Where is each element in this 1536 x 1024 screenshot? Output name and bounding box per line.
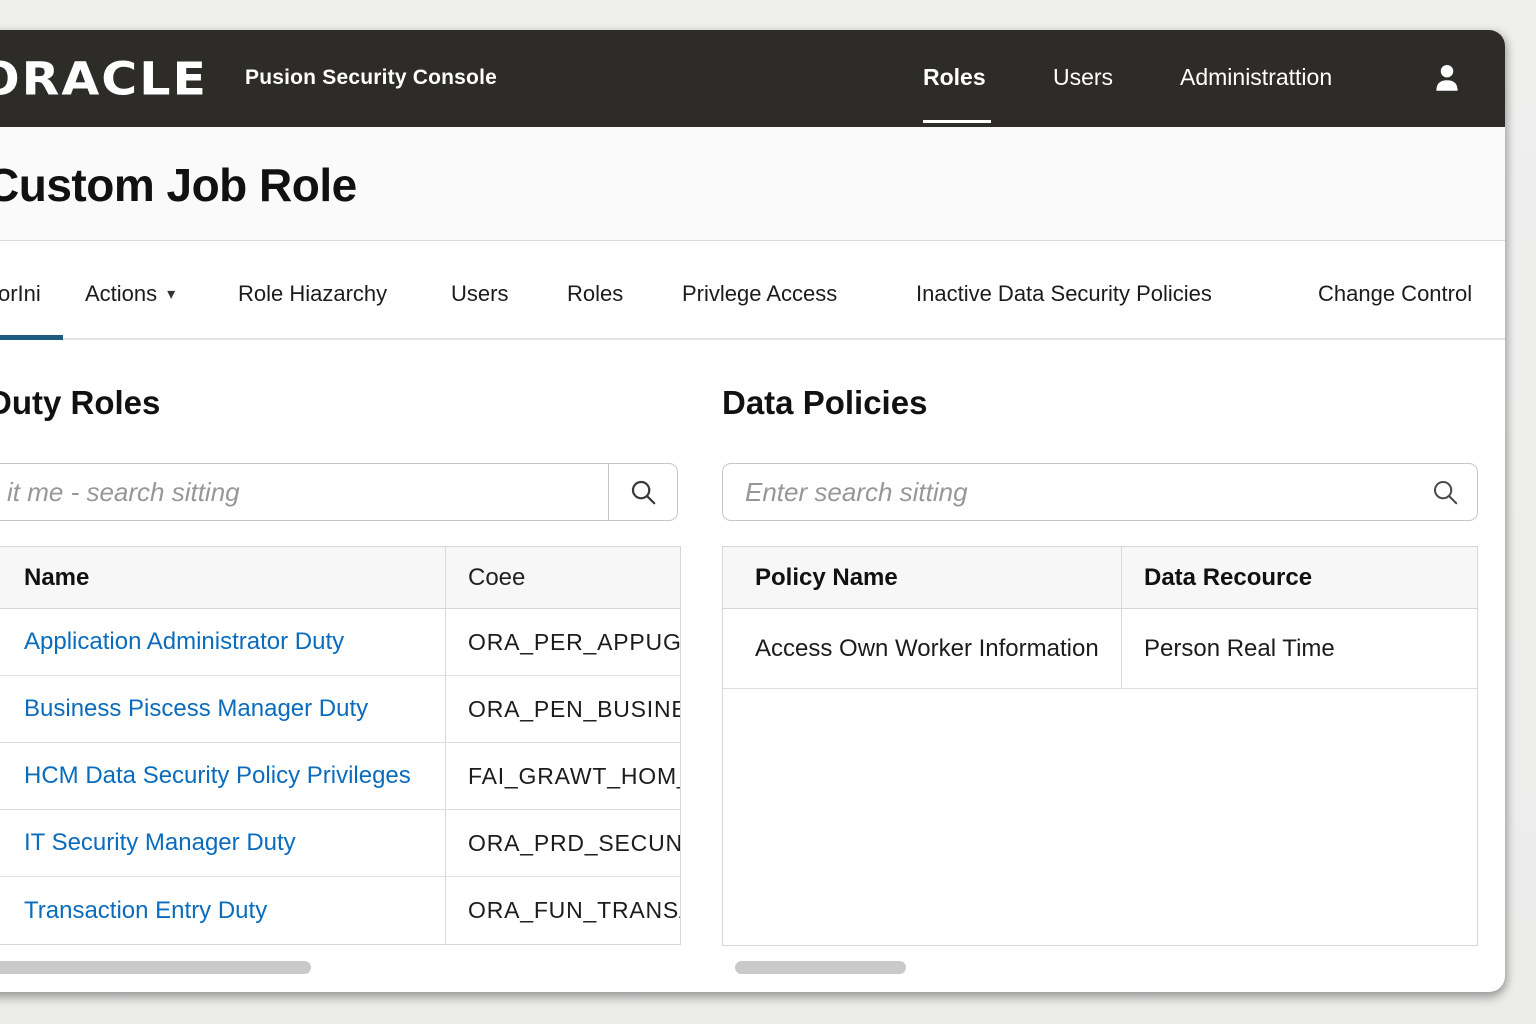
data-policies-table: Policy Name Data Recource Access Own Wor… xyxy=(722,546,1478,946)
duty-roles-search-button[interactable] xyxy=(608,464,677,520)
data-policies-header-row: Policy Name Data Recource xyxy=(723,547,1477,609)
duty-role-code: ORA_FUN_TRANSA xyxy=(468,897,680,923)
tab-orini[interactable]: orIni xyxy=(0,281,41,307)
duty-roles-horizontal-scrollbar[interactable] xyxy=(0,961,311,974)
duty-role-link[interactable]: Application Administrator Duty xyxy=(24,628,344,656)
screen: ORACLE Pusion Security Console Roles Use… xyxy=(0,0,1536,1024)
nav-item-roles[interactable]: Roles xyxy=(923,64,986,91)
duty-role-code: ORA_PEN_BUSINES xyxy=(468,695,680,722)
table-row: HCM Data Security Policy Privileges FAI_… xyxy=(0,743,680,810)
empty-table-area xyxy=(723,689,1477,945)
column-header-data-resource: Data Recource xyxy=(1144,563,1313,591)
table-row: Application Administrator Duty ORA_PER_A… xyxy=(0,609,680,676)
tab-actions[interactable]: Actions ▾ xyxy=(85,281,175,307)
person-icon[interactable] xyxy=(1430,60,1464,96)
data-policies-search-input[interactable] xyxy=(723,464,1413,520)
duty-role-code: ORA_PRD_SECUNT xyxy=(468,829,680,856)
duty-role-link[interactable]: Transaction Entry Duty xyxy=(24,897,267,925)
data-policies-horizontal-scrollbar[interactable] xyxy=(735,961,906,974)
data-resource-cell: Person Real Time xyxy=(1144,634,1335,662)
duty-role-code: FAI_GRAWT_HOM_C xyxy=(468,762,680,789)
nav-item-users[interactable]: Users xyxy=(1053,64,1113,91)
tab-change-control[interactable]: Change Control xyxy=(1318,281,1472,307)
table-row: IT Security Manager Duty ORA_PRD_SECUNT xyxy=(0,810,680,877)
tab-users[interactable]: Users xyxy=(451,281,508,307)
table-row: Access Own Worker Information Person Rea… xyxy=(723,609,1477,689)
tab-role-hierarchy[interactable]: Role Hiazarchy xyxy=(238,281,387,307)
duty-roles-search-input[interactable] xyxy=(0,464,608,520)
policy-name-cell: Access Own Worker Information xyxy=(723,609,1122,688)
column-header-name: Name xyxy=(0,547,446,608)
duty-role-link[interactable]: IT Security Manager Duty xyxy=(24,829,296,857)
tab-inactive-data-security-policies[interactable]: Inactive Data Security Policies xyxy=(916,281,1212,307)
column-header-policy-name: Policy Name xyxy=(723,547,1122,608)
table-row: Transaction Entry Duty ORA_FUN_TRANSA xyxy=(0,877,680,944)
page-title: Custom Job Role xyxy=(0,159,357,211)
table-row: Business Piscess Manager Duty ORA_PEN_BU… xyxy=(0,676,680,743)
data-policies-searchbox xyxy=(722,463,1478,521)
duty-roles-table: Name Coee Application Administrator Duty… xyxy=(0,546,681,945)
duty-roles-heading: Duty Roles xyxy=(0,384,161,421)
duty-role-link[interactable]: Business Piscess Manager Duty xyxy=(24,695,368,723)
nav-roles-active-underline xyxy=(923,120,991,123)
magnifier-icon xyxy=(631,480,656,505)
data-policies-search-button[interactable] xyxy=(1413,464,1477,520)
column-header-code: Coee xyxy=(468,563,526,591)
oracle-logo: ORACLE xyxy=(0,53,208,106)
nav-item-administration[interactable]: Administrattion xyxy=(1180,64,1332,91)
duty-roles-header-row: Name Coee xyxy=(0,547,680,609)
duty-role-code: ORA_PER_APPUGA xyxy=(468,628,680,655)
tabbar-bottom-border xyxy=(0,338,1505,340)
product-title: Pusion Security Console xyxy=(245,66,497,89)
caret-down-icon: ▾ xyxy=(167,286,176,303)
tab-privilege-access[interactable]: Privlege Access xyxy=(682,281,837,307)
active-tab-underline xyxy=(0,335,63,340)
duty-roles-searchbox xyxy=(0,463,678,521)
duty-role-link[interactable]: HCM Data Security Policy Privileges xyxy=(24,762,411,790)
magnifier-icon xyxy=(1434,481,1458,505)
tab-roles[interactable]: Roles xyxy=(567,281,623,307)
data-policies-heading: Data Policies xyxy=(722,384,928,421)
